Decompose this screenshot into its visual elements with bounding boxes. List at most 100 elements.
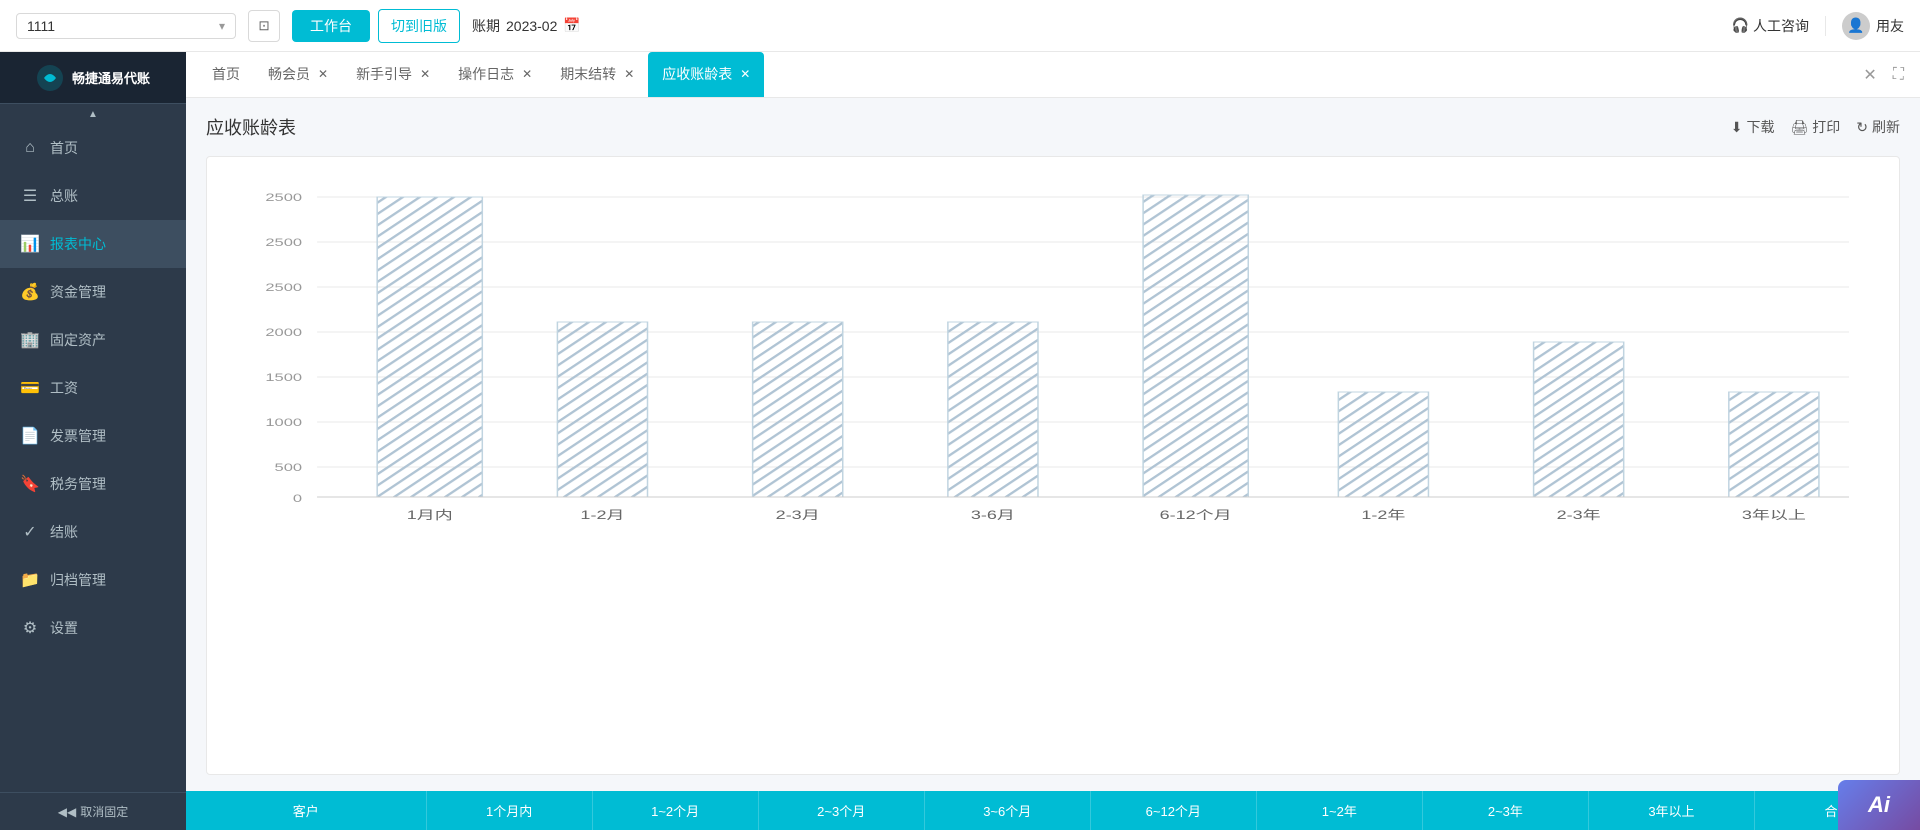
main-layout: 畅捷通易代账 ▲ ⌂ 首页 ☰ 总账 📊 报表中心 💰 资金管理 🏢 固定资产 … (0, 52, 1920, 830)
sidebar-item-salary[interactable]: 💳 工资 (0, 364, 186, 412)
print-icon: 🖨 (1790, 119, 1808, 136)
tab-close-aging[interactable]: ✕ (740, 67, 750, 81)
svg-text:1500: 1500 (265, 371, 302, 384)
header-right: 🎧 人工咨询 👤 用友 (1732, 12, 1904, 40)
download-label: 下载 (1746, 117, 1774, 137)
tab-member[interactable]: 畅会员 ✕ (254, 52, 342, 97)
sidebar-item-label: 资金管理 (50, 282, 106, 302)
tab-label: 畅会员 (268, 64, 310, 84)
svg-text:3-6月: 3-6月 (971, 509, 1015, 522)
sidebar-item-label: 总账 (50, 186, 78, 206)
sidebar-item-archive[interactable]: 📁 归档管理 (0, 556, 186, 604)
page-content: 应收账龄表 ⬇ 下载 🖨 打印 ↻ 刷新 (186, 98, 1920, 791)
sidebar-item-ledger[interactable]: ☰ 总账 (0, 172, 186, 220)
download-button[interactable]: ⬇ 下载 (1731, 117, 1775, 137)
app-logo-text: 畅捷通易代账 (72, 68, 150, 87)
table-header: 客户 1个月内 1~2个月 2~3个月 3~6个月 6~12个月 1~2年 2~… (186, 791, 1920, 830)
chevron-down-icon: ▾ (219, 19, 225, 33)
sidebar-item-label: 发票管理 (50, 426, 106, 446)
sidebar-item-settings[interactable]: ⚙ 设置 (0, 604, 186, 652)
maximize-tab-button[interactable]: ⛶ (1889, 62, 1908, 88)
svg-text:2000: 2000 (265, 326, 302, 339)
sidebar-item-label: 首页 (50, 138, 78, 158)
sidebar-item-tax[interactable]: 🔖 税务管理 (0, 460, 186, 508)
sidebar-item-reports[interactable]: 📊 报表中心 (0, 220, 186, 268)
sidebar-logo: 畅捷通易代账 (0, 52, 186, 104)
sidebar-item-label: 报表中心 (50, 234, 106, 254)
assets-icon: 🏢 (20, 330, 40, 350)
consult-label: 人工咨询 (1753, 16, 1809, 36)
tab-period-end[interactable]: 期末结转 ✕ (546, 52, 648, 97)
copy-button[interactable]: ⊡ (248, 10, 280, 42)
headset-icon: 🎧 (1732, 17, 1749, 34)
tab-bar: 首页 畅会员 ✕ 新手引导 ✕ 操作日志 ✕ 期末结转 ✕ 应收账龄表 ✕ (186, 52, 1920, 98)
tab-close-oplog[interactable]: ✕ (522, 67, 532, 81)
checkout-icon: ✓ (20, 522, 40, 542)
user-button[interactable]: 👤 用友 (1842, 12, 1904, 40)
sidebar-item-label: 固定资产 (50, 330, 106, 350)
settings-icon: ⚙ (20, 618, 40, 638)
ai-badge[interactable]: Ai (1838, 780, 1920, 830)
tab-label: 首页 (212, 64, 240, 84)
funds-icon: 💰 (20, 282, 40, 302)
bar-chart: 2500 2500 2500 2000 1500 1000 500 0 (227, 177, 1879, 557)
switch-old-button[interactable]: 切到旧版 (378, 9, 460, 43)
content-area: 首页 畅会员 ✕ 新手引导 ✕ 操作日志 ✕ 期末结转 ✕ 应收账龄表 ✕ (186, 52, 1920, 830)
svg-text:0: 0 (293, 492, 302, 505)
calendar-icon[interactable]: 📅 (563, 17, 580, 34)
sidebar-item-label: 工资 (50, 378, 78, 398)
col-1-2year: 1~2年 (1257, 791, 1423, 830)
sidebar-item-checkout[interactable]: ✓ 结账 (0, 508, 186, 556)
col-1-2month: 1~2个月 (593, 791, 759, 830)
user-avatar-icon: 👤 (1842, 12, 1870, 40)
tab-label: 新手引导 (356, 64, 412, 84)
refresh-icon: ↻ (1856, 119, 1868, 136)
svg-text:2500: 2500 (265, 236, 302, 249)
period-value: 2023-02 (506, 18, 557, 34)
sidebar-item-label: 设置 (50, 618, 78, 638)
svg-text:2500: 2500 (265, 191, 302, 204)
svg-text:2-3月: 2-3月 (776, 509, 820, 522)
sidebar-item-funds[interactable]: 💰 资金管理 (0, 268, 186, 316)
col-6-12month: 6~12个月 (1091, 791, 1257, 830)
consult-button[interactable]: 🎧 人工咨询 (1732, 16, 1809, 36)
tab-label: 应收账龄表 (662, 64, 732, 84)
workbench-button[interactable]: 工作台 (292, 10, 370, 42)
tab-guide[interactable]: 新手引导 ✕ (342, 52, 444, 97)
tab-actions: ✕ ⛶ (1859, 61, 1908, 89)
company-selector[interactable]: 1111 ▾ (16, 13, 236, 39)
tab-aging[interactable]: 应收账龄表 ✕ (648, 52, 764, 97)
chart-container: 2500 2500 2500 2000 1500 1000 500 0 (206, 156, 1900, 775)
col-customer: 客户 (186, 791, 427, 830)
col-3year-plus: 3年以上 (1589, 791, 1755, 830)
tab-close-period[interactable]: ✕ (624, 67, 634, 81)
svg-text:3年以上: 3年以上 (1742, 509, 1806, 522)
tab-home[interactable]: 首页 (198, 52, 254, 97)
salary-icon: 💳 (20, 378, 40, 398)
user-label: 用友 (1876, 16, 1904, 36)
tab-close-guide[interactable]: ✕ (420, 67, 430, 81)
app-logo-icon (36, 64, 64, 92)
col-3-6month: 3~6个月 (925, 791, 1091, 830)
page-header: 应收账龄表 ⬇ 下载 🖨 打印 ↻ 刷新 (206, 114, 1900, 140)
print-button[interactable]: 🖨 打印 (1790, 117, 1840, 137)
sidebar-item-invoice[interactable]: 📄 发票管理 (0, 412, 186, 460)
invoice-icon: 📄 (20, 426, 40, 446)
archive-icon: 📁 (20, 570, 40, 590)
sidebar-item-home[interactable]: ⌂ 首页 (0, 124, 186, 172)
sidebar-scroll-up[interactable]: ▲ (0, 104, 186, 124)
chart-wrap: 2500 2500 2500 2000 1500 1000 500 0 (227, 177, 1879, 557)
sidebar-item-label: 税务管理 (50, 474, 106, 494)
tab-close-member[interactable]: ✕ (318, 67, 328, 81)
cancel-fixed-button[interactable]: ◀◀ 取消固定 (0, 792, 186, 830)
company-name: 1111 (27, 18, 211, 34)
refresh-button[interactable]: ↻ 刷新 (1856, 117, 1900, 137)
sidebar-item-assets[interactable]: 🏢 固定资产 (0, 316, 186, 364)
svg-text:1-2月: 1-2月 (580, 509, 624, 522)
close-tab-button[interactable]: ✕ (1859, 61, 1880, 89)
copy-icon: ⊡ (258, 18, 269, 34)
tab-oplog[interactable]: 操作日志 ✕ (444, 52, 546, 97)
page-actions: ⬇ 下载 🖨 打印 ↻ 刷新 (1731, 117, 1900, 137)
home-icon: ⌂ (20, 139, 40, 157)
svg-text:1000: 1000 (265, 416, 302, 429)
